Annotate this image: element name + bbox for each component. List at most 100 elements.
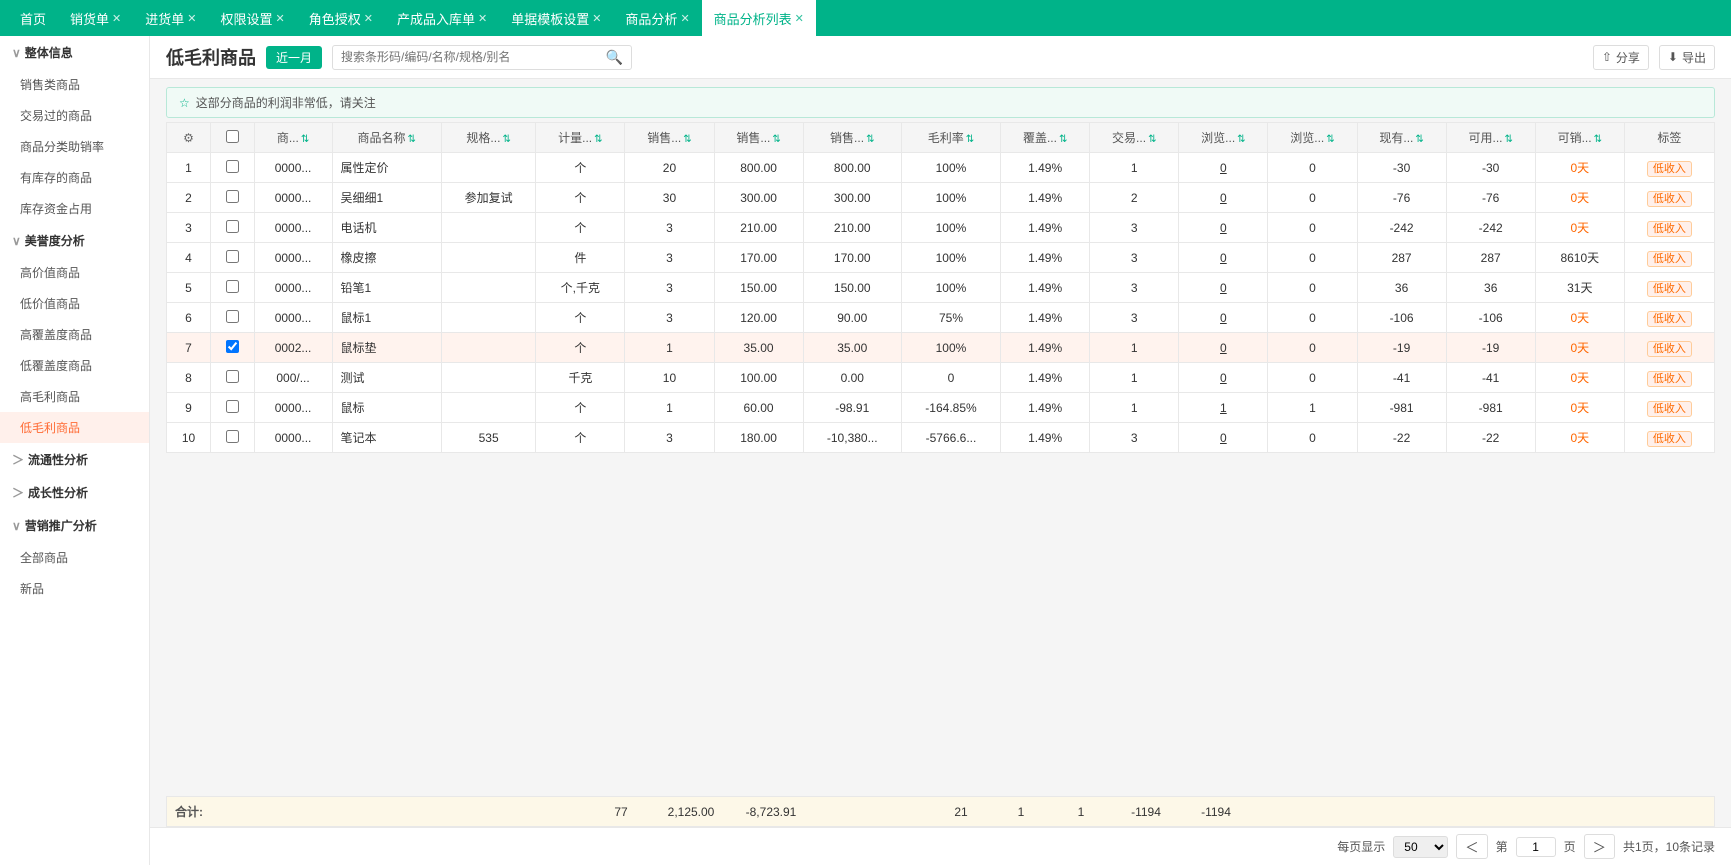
search-icon[interactable]: 🔍 — [606, 49, 623, 66]
nav-permission-close-icon[interactable]: ✕ — [276, 12, 285, 25]
cell-view1[interactable]: 0 — [1179, 423, 1268, 453]
cell-view1[interactable]: 0 — [1179, 183, 1268, 213]
sidebar-item-low-value[interactable]: 低价值商品 — [0, 288, 149, 319]
col-available[interactable]: 可用...⇅ — [1446, 123, 1535, 153]
sidebar-item-all-goods[interactable]: 全部商品 — [0, 542, 149, 573]
col-code[interactable]: 商...⇅ — [254, 123, 332, 153]
col-view1[interactable]: 浏览...⇅ — [1179, 123, 1268, 153]
page-number-input[interactable] — [1516, 837, 1556, 857]
nav-template-close-icon[interactable]: ✕ — [592, 12, 601, 25]
sidebar-item-low-coverage[interactable]: 低覆盖度商品 — [0, 350, 149, 381]
cell-checkbox[interactable] — [211, 273, 255, 303]
col-trade[interactable]: 交易...⇅ — [1090, 123, 1179, 153]
export-button[interactable]: ⬇ 导出 — [1659, 45, 1715, 70]
nav-sales[interactable]: 销货单 ✕ — [58, 0, 133, 36]
view1-link[interactable]: 0 — [1220, 251, 1227, 265]
cell-view1[interactable]: 1 — [1179, 393, 1268, 423]
nav-sales-close-icon[interactable]: ✕ — [112, 12, 121, 25]
sidebar-item-stocked-goods[interactable]: 有库存的商品 — [0, 162, 149, 193]
nav-goods-list[interactable]: 商品分析列表 ✕ — [702, 0, 816, 36]
settings-icon[interactable]: ⚙ — [183, 131, 194, 145]
page-size-select[interactable]: 50 100 200 — [1393, 836, 1448, 858]
col-view2[interactable]: 浏览...⇅ — [1268, 123, 1357, 153]
cell-checkbox[interactable] — [211, 243, 255, 273]
cell-checkbox[interactable] — [211, 363, 255, 393]
row-checkbox[interactable] — [226, 280, 239, 293]
row-checkbox[interactable] — [226, 160, 239, 173]
cell-checkbox[interactable] — [211, 333, 255, 363]
col-coverage[interactable]: 覆盖...⇅ — [1001, 123, 1090, 153]
nav-products-close-icon[interactable]: ✕ — [478, 12, 487, 25]
row-checkbox[interactable] — [226, 310, 239, 323]
nav-purchase-close-icon[interactable]: ✕ — [187, 12, 196, 25]
cell-checkbox[interactable] — [211, 303, 255, 333]
sidebar-group-growth[interactable]: ＞ 成长性分析 — [0, 476, 149, 509]
nav-role[interactable]: 角色授权 ✕ — [297, 0, 385, 36]
cell-view1[interactable]: 0 — [1179, 333, 1268, 363]
sidebar-item-traded-goods[interactable]: 交易过的商品 — [0, 100, 149, 131]
cell-view1[interactable]: 0 — [1179, 153, 1268, 183]
view1-link[interactable]: 0 — [1220, 341, 1227, 355]
sidebar-item-category-rate[interactable]: 商品分类助销率 — [0, 131, 149, 162]
row-checkbox[interactable] — [226, 220, 239, 233]
sidebar-group-circulation[interactable]: ＞ 流通性分析 — [0, 443, 149, 476]
view1-link[interactable]: 0 — [1220, 371, 1227, 385]
row-checkbox[interactable] — [226, 190, 239, 203]
sidebar-item-new-goods[interactable]: 新品 — [0, 573, 149, 604]
cell-checkbox[interactable] — [211, 213, 255, 243]
period-button[interactable]: 近一月 — [266, 46, 322, 69]
row-checkbox[interactable] — [226, 400, 239, 413]
next-page-button[interactable]: ＞ — [1584, 834, 1615, 859]
sidebar-group-reputation[interactable]: ∨ 美誉度分析 — [0, 224, 149, 257]
cell-view1[interactable]: 0 — [1179, 363, 1268, 393]
sidebar-item-sales-goods[interactable]: 销售类商品 — [0, 69, 149, 100]
row-checkbox[interactable] — [226, 250, 239, 263]
row-checkbox[interactable] — [226, 370, 239, 383]
nav-template[interactable]: 单据模板设置 ✕ — [499, 0, 613, 36]
sidebar-group-marketing[interactable]: ∨ 营销推广分析 — [0, 509, 149, 542]
col-name[interactable]: 商品名称⇅ — [332, 123, 441, 153]
col-margin[interactable]: 毛利率⇅ — [901, 123, 1000, 153]
search-input[interactable] — [341, 50, 606, 64]
col-unit[interactable]: 计量...⇅ — [536, 123, 625, 153]
col-sale-amount[interactable]: 销售...⇅ — [803, 123, 901, 153]
nav-home[interactable]: 首页 — [8, 0, 58, 36]
view1-link[interactable]: 0 — [1220, 281, 1227, 295]
share-button[interactable]: ⇧ 分享 — [1593, 45, 1649, 70]
cell-view1[interactable]: 0 — [1179, 303, 1268, 333]
cell-checkbox[interactable] — [211, 153, 255, 183]
view1-link[interactable]: 0 — [1220, 191, 1227, 205]
sidebar-item-high-margin[interactable]: 高毛利商品 — [0, 381, 149, 412]
cell-view1[interactable]: 0 — [1179, 213, 1268, 243]
sidebar-item-high-coverage[interactable]: 高覆盖度商品 — [0, 319, 149, 350]
col-sale-qty[interactable]: 销售...⇅ — [625, 123, 714, 153]
nav-goods-list-close-icon[interactable]: ✕ — [795, 12, 804, 25]
row-checkbox[interactable] — [226, 430, 239, 443]
cell-checkbox[interactable] — [211, 183, 255, 213]
select-all-checkbox[interactable] — [226, 130, 239, 143]
nav-products[interactable]: 产成品入库单 ✕ — [385, 0, 499, 36]
col-current[interactable]: 现有...⇅ — [1357, 123, 1446, 153]
sidebar-item-low-margin[interactable]: 低毛利商品 — [0, 412, 149, 443]
col-checkbox[interactable] — [211, 123, 255, 153]
view1-link[interactable]: 0 — [1220, 221, 1227, 235]
col-sale-price[interactable]: 销售...⇅ — [714, 123, 803, 153]
row-checkbox[interactable] — [226, 340, 239, 353]
view1-link[interactable]: 1 — [1220, 401, 1227, 415]
nav-goods-close-icon[interactable]: ✕ — [680, 12, 689, 25]
nav-permission[interactable]: 权限设置 ✕ — [208, 0, 296, 36]
col-spec[interactable]: 规格...⇅ — [441, 123, 535, 153]
col-salable[interactable]: 可销...⇅ — [1535, 123, 1624, 153]
cell-checkbox[interactable] — [211, 393, 255, 423]
sidebar-item-stock-capital[interactable]: 库存资金占用 — [0, 193, 149, 224]
cell-view1[interactable]: 0 — [1179, 273, 1268, 303]
nav-role-close-icon[interactable]: ✕ — [364, 12, 373, 25]
view1-link[interactable]: 0 — [1220, 431, 1227, 445]
prev-page-button[interactable]: ＜ — [1456, 834, 1487, 859]
sidebar-item-high-value[interactable]: 高价值商品 — [0, 257, 149, 288]
col-settings[interactable]: ⚙ — [167, 123, 211, 153]
nav-purchase[interactable]: 进货单 ✕ — [133, 0, 208, 36]
view1-link[interactable]: 0 — [1220, 161, 1227, 175]
cell-checkbox[interactable] — [211, 423, 255, 453]
nav-goods-analysis[interactable]: 商品分析 ✕ — [613, 0, 701, 36]
